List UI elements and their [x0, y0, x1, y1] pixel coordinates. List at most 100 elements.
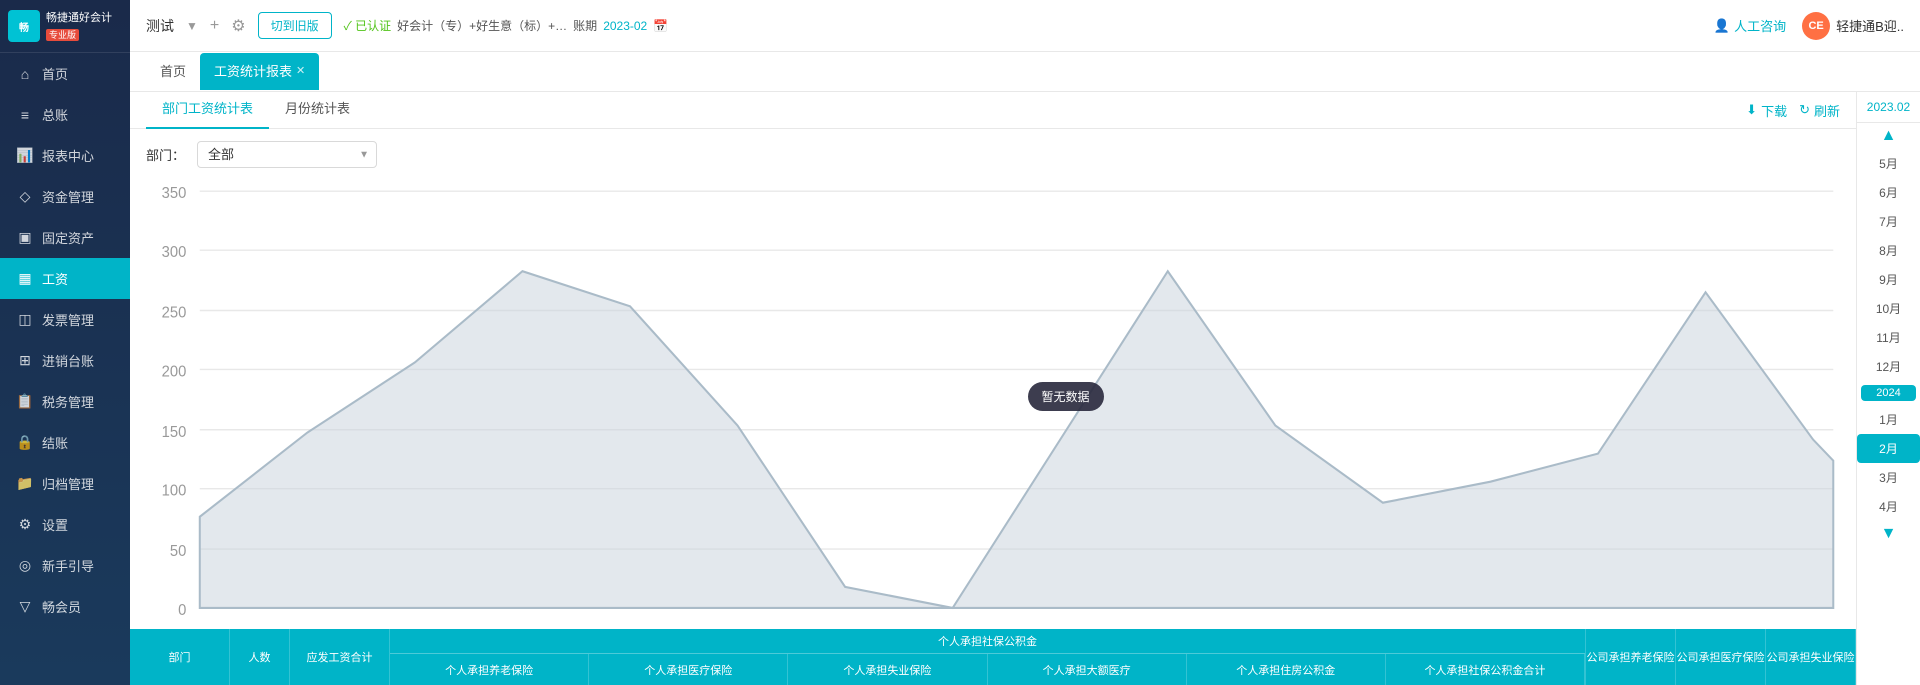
svg-text:250: 250 — [162, 304, 187, 321]
sidebar-nav: ⌂ 首页 ≡ 总账 📊 报表中心 ◇ 资金管理 ▣ 固定资产 ▦ 工资 ◫ 发票… — [0, 53, 130, 685]
th-personal-medical: 个人承担医疗保险 — [589, 654, 788, 685]
sidebar-item-close[interactable]: 🔒 结账 — [0, 422, 130, 463]
month-8[interactable]: 8月 — [1857, 236, 1920, 265]
th-company-pension: 公司承担养老保险 — [1586, 629, 1676, 685]
settings-icon: ⚙ — [16, 516, 34, 533]
dropdown-arrow-icon[interactable]: ▼ — [186, 19, 198, 33]
switch-old-btn[interactable]: 切到旧版 — [258, 12, 332, 39]
sidebar-item-assets[interactable]: ▣ 固定资产 — [0, 217, 130, 258]
sidebar-item-label: 总账 — [42, 105, 68, 124]
tab-salary-report[interactable]: 工资统计报表 ✕ — [200, 53, 319, 90]
home-icon: ⌂ — [16, 66, 34, 82]
consult-icon: 👤 — [1714, 18, 1730, 34]
th-personal-major-medical: 个人承担大额医疗 — [988, 654, 1187, 685]
calendar-icon[interactable]: 📅 — [653, 19, 668, 33]
th-personal-label: 个人承担社保公积金 — [390, 629, 1585, 654]
assets-icon: ▣ — [16, 229, 34, 246]
topbar-title: 测试 — [146, 16, 174, 36]
consult-btn[interactable]: 👤 人工咨询 — [1714, 16, 1786, 35]
dept-select[interactable]: 全部 — [197, 141, 377, 168]
sidebar-item-archive[interactable]: 📁 归档管理 — [0, 463, 130, 504]
tab-close-icon[interactable]: ✕ — [296, 64, 305, 77]
username: 轻捷通B迎.. — [1836, 16, 1904, 35]
sidebar-item-label: 资金管理 — [42, 187, 94, 206]
svg-text:50: 50 — [170, 543, 186, 560]
period-label: 账期 — [573, 17, 597, 34]
th-personal-pension: 个人承担养老保险 — [390, 654, 589, 685]
chart-area-fill — [200, 271, 1834, 608]
user-menu[interactable]: CE 轻捷通B迎.. — [1802, 12, 1904, 40]
right-date-panel: 2023.02 ▲ 5月 6月 7月 8月 9月 10月 11月 12月 202… — [1856, 92, 1920, 685]
month-1-2024[interactable]: 1月 — [1857, 405, 1920, 434]
month-6[interactable]: 6月 — [1857, 178, 1920, 207]
content-area: 部门工资统计表 月份统计表 ⬇ 下载 ↻ 刷新 — [130, 92, 1920, 685]
salary-chart: 0 50 100 150 200 250 300 350 — [146, 180, 1840, 629]
th-company-unemployment: 公司承担失业保险 — [1766, 629, 1856, 685]
sidebar-item-label: 发票管理 — [42, 310, 94, 329]
sidebar-item-tax[interactable]: 📋 税务管理 — [0, 381, 130, 422]
tab-home[interactable]: 首页 — [146, 53, 200, 90]
th-personal-housing: 个人承担住房公积金 — [1187, 654, 1386, 685]
table-header: 部门 人数 应发工资合计 个人承担社保公积金 个人承担养老保险 个人承担医疗保险… — [130, 629, 1856, 685]
download-btn[interactable]: ⬇ 下载 — [1746, 101, 1787, 120]
sidebar-item-settings[interactable]: ⚙ 设置 — [0, 504, 130, 545]
period-value: 2023-02 — [603, 19, 647, 33]
month-7[interactable]: 7月 — [1857, 207, 1920, 236]
main-content: 测试 ▼ + ⚙ 切到旧版 ✓ 已认证 好会计（专）+好生意（标）+… 账期 2… — [130, 0, 1920, 685]
month-4-2024[interactable]: 4月 — [1857, 492, 1920, 521]
sidebar-item-reports[interactable]: 📊 报表中心 — [0, 135, 130, 176]
month-2-active[interactable]: 2月 — [1857, 434, 1920, 463]
sidebar-item-label: 固定资产 — [42, 228, 94, 247]
sidebar-item-inventory[interactable]: ⊞ 进销台账 — [0, 340, 130, 381]
svg-text:300: 300 — [162, 244, 187, 261]
th-total-salary: 应发工资合计 — [290, 629, 390, 685]
th-personal-sub: 个人承担养老保险 个人承担医疗保险 个人承担失业保险 个人承担大额医疗 个人承担… — [390, 654, 1585, 685]
svg-text:350: 350 — [162, 185, 187, 202]
date-panel-down-icon[interactable]: ▼ — [1877, 521, 1901, 547]
month-9[interactable]: 9月 — [1857, 265, 1920, 294]
invoice-icon: ◫ — [16, 311, 34, 328]
svg-text:150: 150 — [162, 423, 187, 440]
member-icon: ▽ — [16, 598, 34, 615]
th-personal-total: 个人承担社保公积金合计 — [1386, 654, 1585, 685]
date-panel-title: 2023.02 — [1857, 92, 1920, 123]
ledger-icon: ≡ — [16, 107, 34, 123]
sub-tab-dept[interactable]: 部门工资统计表 — [146, 92, 269, 129]
month-3-2024[interactable]: 3月 — [1857, 463, 1920, 492]
sidebar-item-label: 工资 — [42, 269, 68, 288]
sidebar-item-label: 结账 — [42, 433, 68, 452]
sidebar-item-label: 归档管理 — [42, 474, 94, 493]
month-11[interactable]: 11月 — [1857, 323, 1920, 352]
toolbar-right: ⬇ 下载 ↻ 刷新 — [1746, 101, 1840, 120]
date-panel-up-icon[interactable]: ▲ — [1877, 123, 1901, 149]
month-10[interactable]: 10月 — [1857, 294, 1920, 323]
inventory-icon: ⊞ — [16, 352, 34, 369]
main-panel: 部门工资统计表 月份统计表 ⬇ 下载 ↻ 刷新 — [130, 92, 1856, 685]
topbar-right: 👤 人工咨询 CE 轻捷通B迎.. — [1714, 12, 1904, 40]
sidebar-item-home[interactable]: ⌂ 首页 — [0, 53, 130, 94]
sidebar-item-ledger[interactable]: ≡ 总账 — [0, 94, 130, 135]
topbar-settings-icon[interactable]: ⚙ — [231, 16, 245, 36]
sidebar-item-guide[interactable]: ◎ 新手引导 — [0, 545, 130, 586]
th-dept: 部门 — [130, 629, 230, 685]
sidebar-logo: 畅 畅捷通好会计 专业版 — [0, 0, 130, 53]
sidebar-item-label: 进销台账 — [42, 351, 94, 370]
year-2024-badge: 2024 — [1861, 385, 1916, 401]
refresh-btn[interactable]: ↻ 刷新 — [1799, 101, 1840, 120]
archive-icon: 📁 — [16, 475, 34, 492]
topbar-add-icon[interactable]: + — [210, 17, 219, 35]
sidebar-item-salary[interactable]: ▦ 工资 — [0, 258, 130, 299]
dept-select-wrap: 全部 — [197, 141, 377, 168]
topbar: 测试 ▼ + ⚙ 切到旧版 ✓ 已认证 好会计（专）+好生意（标）+… 账期 2… — [130, 0, 1920, 52]
sidebar-item-invoice[interactable]: ◫ 发票管理 — [0, 299, 130, 340]
filter-bar: 部门： 全部 — [130, 129, 1856, 180]
avatar: CE — [1802, 12, 1830, 40]
month-5[interactable]: 5月 — [1857, 149, 1920, 178]
certified-tag: ✓ 已认证 — [344, 17, 392, 34]
sidebar-item-member[interactable]: ▽ 畅会员 — [0, 586, 130, 627]
svg-text:200: 200 — [162, 363, 187, 380]
month-12[interactable]: 12月 — [1857, 352, 1920, 381]
sub-tab-monthly[interactable]: 月份统计表 — [269, 92, 366, 129]
sidebar-item-funds[interactable]: ◇ 资金管理 — [0, 176, 130, 217]
guide-icon: ◎ — [16, 557, 34, 574]
